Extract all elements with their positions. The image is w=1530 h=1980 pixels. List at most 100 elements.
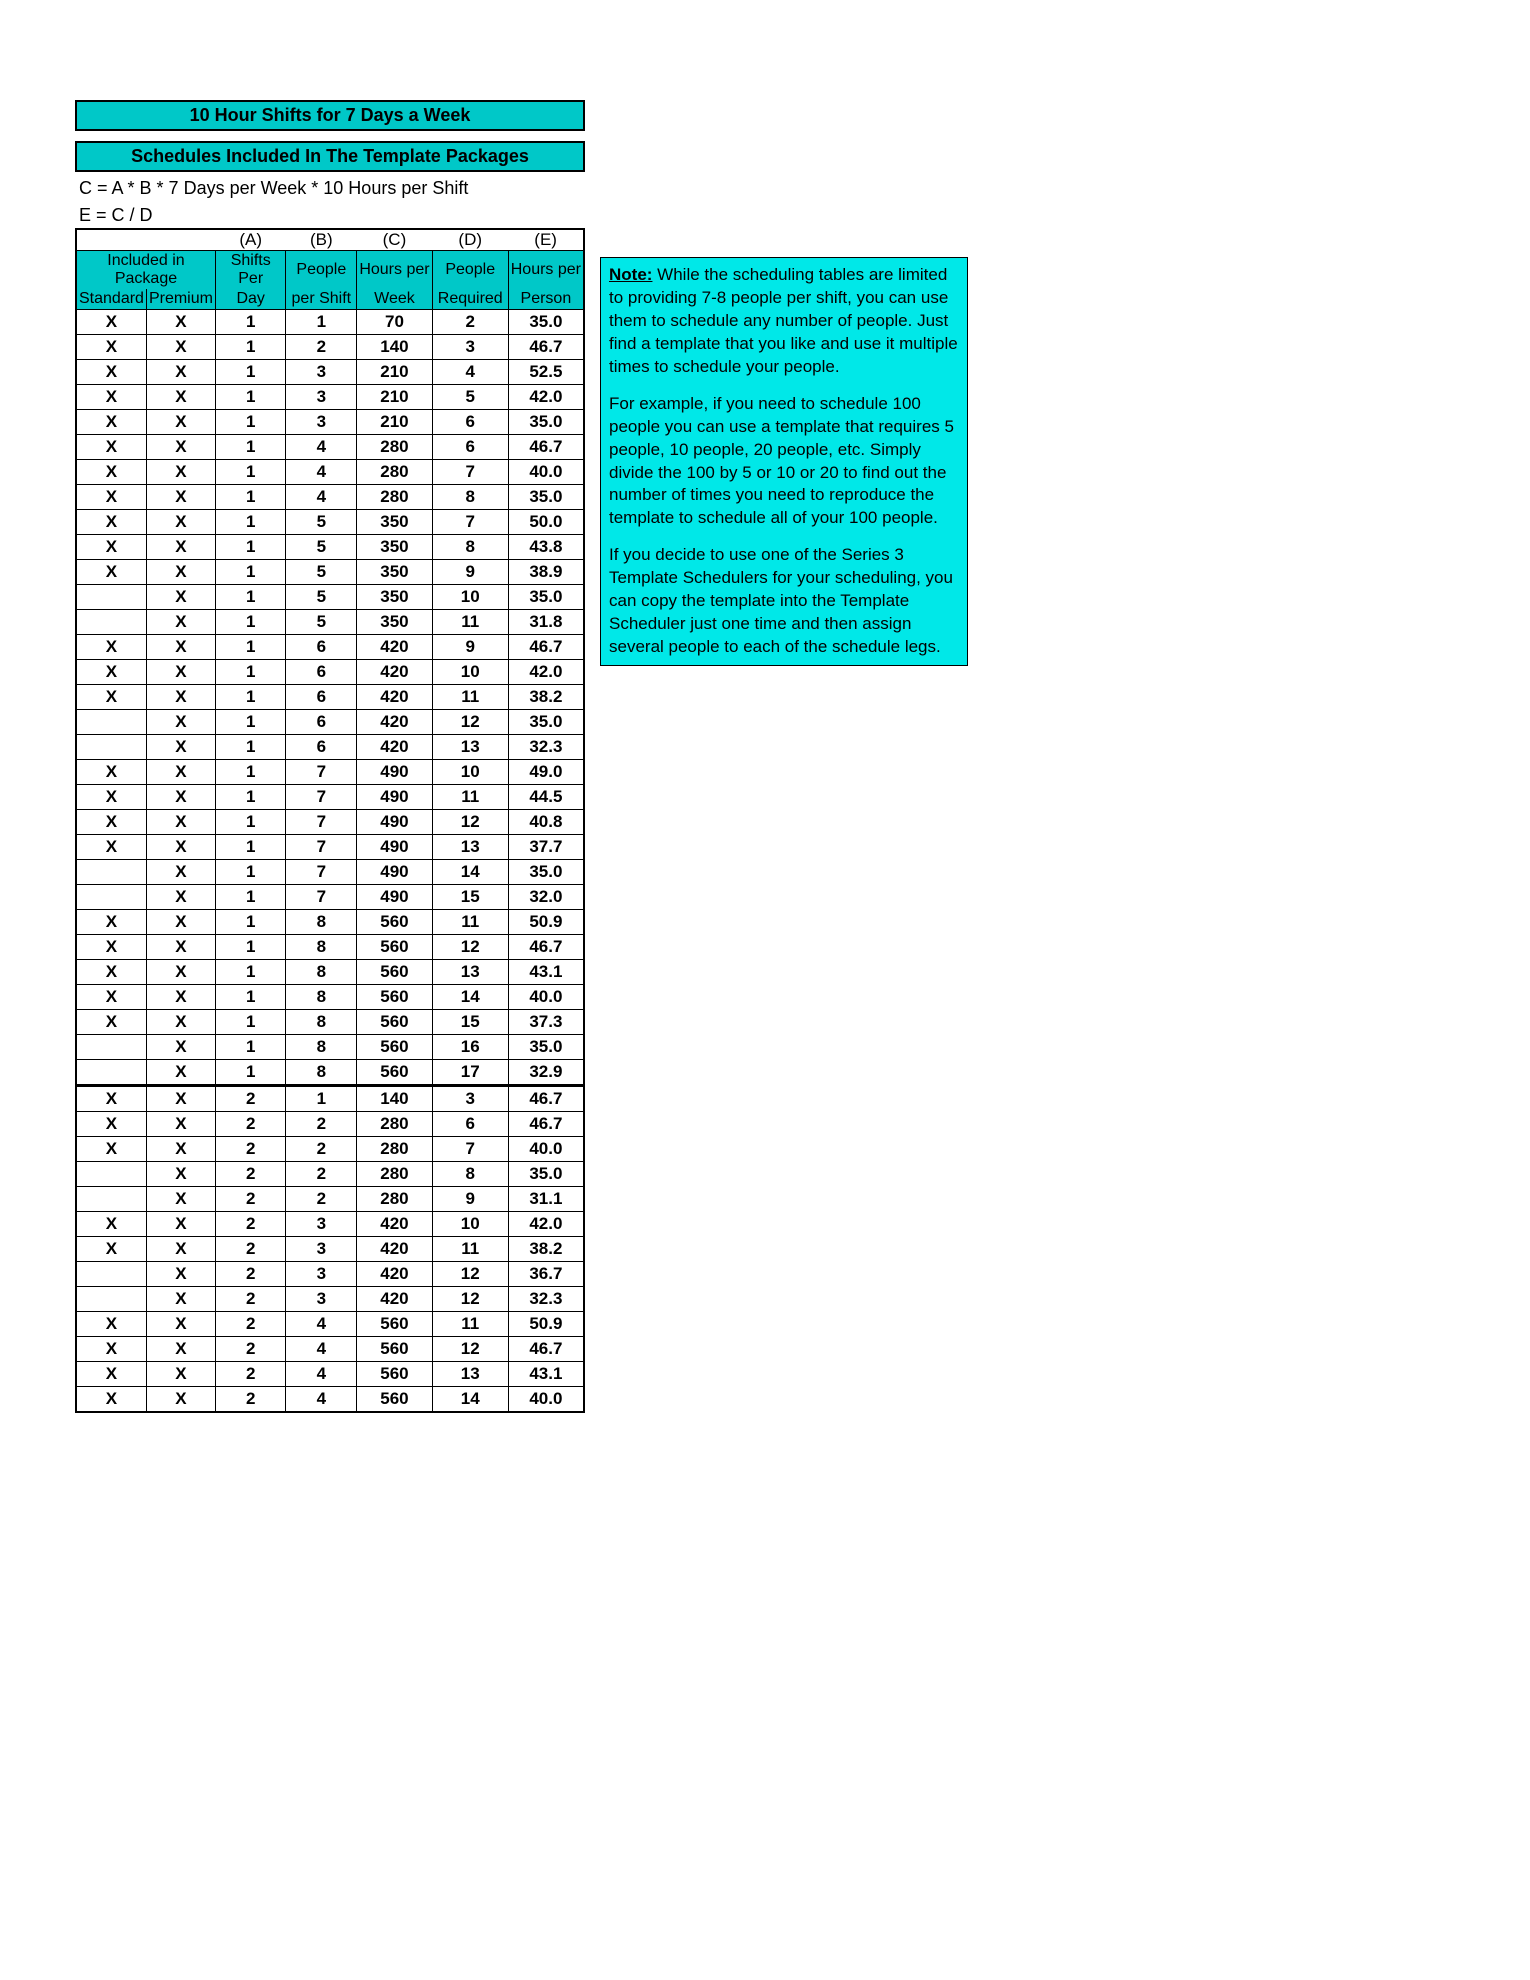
table-cell: X [76,660,146,685]
table-cell: 420 [357,735,433,760]
table-cell: 46.7 [508,1337,584,1362]
table-row: XX1170235.0 [76,310,584,335]
table-cell: 43.8 [508,535,584,560]
table-cell: 1 [215,710,286,735]
table-cell: X [76,310,146,335]
table-row: XX16420946.7 [76,635,584,660]
schedule-table: (A)(B)(C)(D)(E) Included in PackageShift… [75,228,585,1413]
table-cell: 210 [357,385,433,410]
table-row: XX174901337.7 [76,835,584,860]
title-bar: 10 Hour Shifts for 7 Days a Week [75,100,585,131]
table-cell: 2 [286,1112,357,1137]
header-cell: People [432,251,508,290]
table-cell: 35.0 [508,1035,584,1060]
table-cell: 210 [357,360,433,385]
table-cell: 4 [286,460,357,485]
table-cell: 38.2 [508,1237,584,1262]
table-cell: X [76,1237,146,1262]
note-box: Note: While the scheduling tables are li… [600,257,968,666]
table-cell: X [76,685,146,710]
table-cell: X [76,1212,146,1237]
table-cell [76,1035,146,1060]
note-p3: If you decide to use one of the Series 3… [609,544,959,659]
table-cell: 6 [286,660,357,685]
table-cell: 37.3 [508,1010,584,1035]
formula-c: C = A * B * 7 Days per Week * 10 Hours p… [79,178,585,199]
table-cell: 2 [432,310,508,335]
table-cell: 420 [357,1237,433,1262]
table-cell: 2 [286,1162,357,1187]
table-cell: 11 [432,1237,508,1262]
table-cell: 37.7 [508,835,584,860]
table-cell: 3 [286,1262,357,1287]
table-cell: 50.9 [508,910,584,935]
table-row: X164201235.0 [76,710,584,735]
table-cell: 350 [357,535,433,560]
header-cell: People [286,251,357,290]
table-row: XX15350843.8 [76,535,584,560]
table-cell: 12 [432,810,508,835]
table-cell: 1 [215,635,286,660]
table-cell: 7 [286,785,357,810]
table-cell: 490 [357,810,433,835]
table-cell: 1 [215,585,286,610]
table-cell: 2 [215,1287,286,1312]
table-cell: X [146,435,215,460]
table-cell: 350 [357,610,433,635]
table-cell: 46.7 [508,1112,584,1137]
table-row: XX185601343.1 [76,960,584,985]
table-cell [76,860,146,885]
subtitle-bar: Schedules Included In The Template Packa… [75,141,585,172]
table-cell: X [146,1312,215,1337]
table-cell: X [146,410,215,435]
table-row: XX13210542.0 [76,385,584,410]
table-cell: 280 [357,1187,433,1212]
table-cell: 350 [357,510,433,535]
table-cell: 1 [215,935,286,960]
table-cell: 31.8 [508,610,584,635]
table-cell: X [76,1112,146,1137]
table-cell: 490 [357,760,433,785]
table-cell: 1 [286,310,357,335]
table-cell: 6 [432,435,508,460]
table-cell: 2 [215,1237,286,1262]
table-cell: X [146,560,215,585]
table-cell: X [146,635,215,660]
table-cell: 7 [286,760,357,785]
table-cell: 1 [215,1010,286,1035]
table-cell: 3 [286,1212,357,1237]
table-cell: 17 [432,1060,508,1086]
table-cell: 1 [215,485,286,510]
table-cell: X [146,760,215,785]
table-row: X153501035.0 [76,585,584,610]
table-cell: 8 [286,935,357,960]
table-cell: 5 [286,560,357,585]
table-cell: 3 [286,1237,357,1262]
table-cell: 10 [432,660,508,685]
table-cell: X [146,610,215,635]
table-cell: 50.9 [508,1312,584,1337]
table-cell: X [76,1010,146,1035]
table-cell: 560 [357,1035,433,1060]
table-cell: 32.3 [508,735,584,760]
table-cell: 8 [432,485,508,510]
table-row: X174901435.0 [76,860,584,885]
table-cell: 2 [215,1162,286,1187]
table-cell: 1 [215,560,286,585]
column-letter: (B) [286,229,357,251]
table-cell: X [146,885,215,910]
table-cell: 1 [215,335,286,360]
table-cell: X [76,1312,146,1337]
table-row: X185601732.9 [76,1060,584,1086]
header-cell: Hours per [357,251,433,290]
table-cell: 490 [357,860,433,885]
table-row: XX14280835.0 [76,485,584,510]
table-cell: X [76,410,146,435]
table-cell: 35.0 [508,860,584,885]
table-cell: 1 [215,410,286,435]
table-cell: 560 [357,1312,433,1337]
table-row: XX21140346.7 [76,1086,584,1112]
table-cell: 15 [432,1010,508,1035]
table-cell: 1 [215,835,286,860]
table-row: XX22280646.7 [76,1112,584,1137]
